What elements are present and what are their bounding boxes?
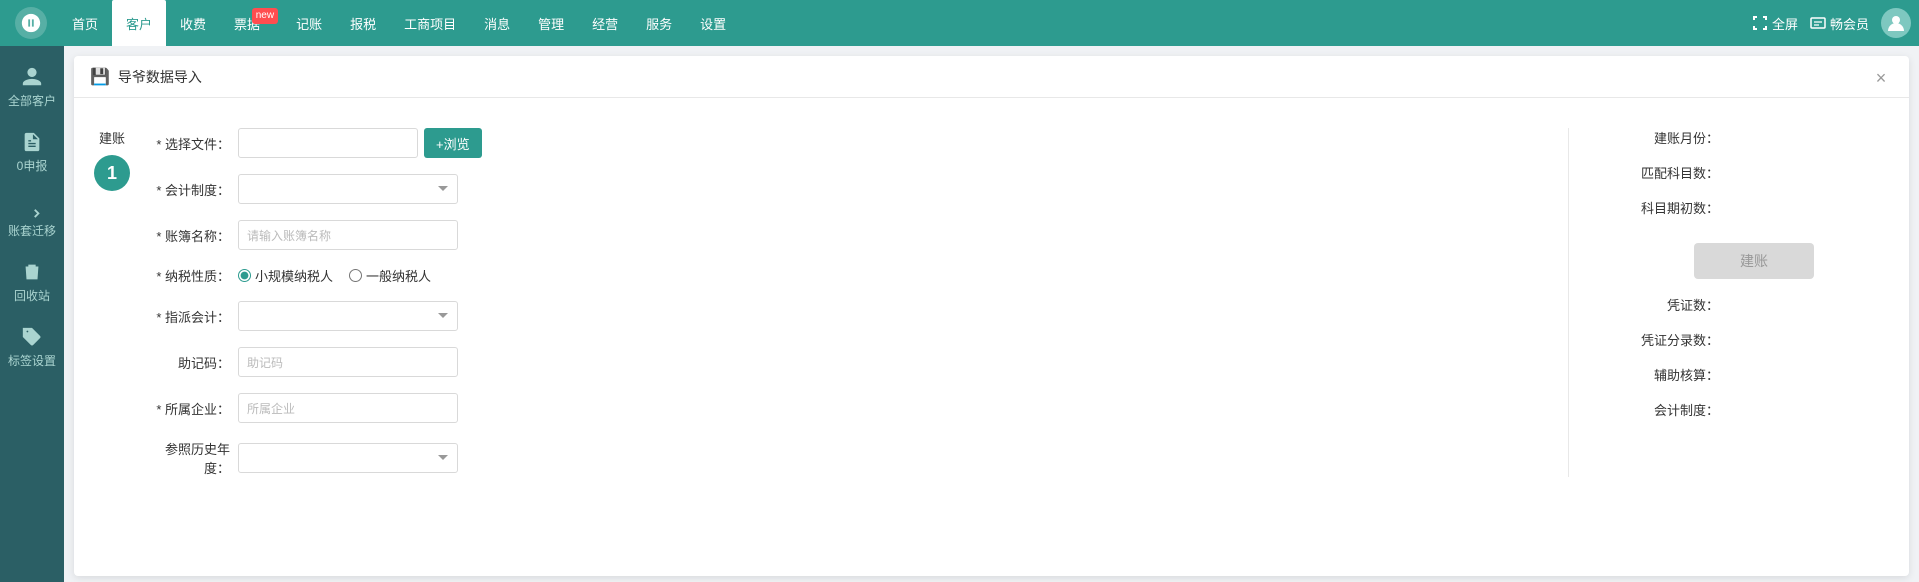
member-button[interactable]: 畅会员: [1810, 14, 1869, 33]
ledger-name-input[interactable]: [238, 220, 458, 250]
logo-circle: [15, 7, 47, 39]
nav-item-fee[interactable]: 收费: [166, 0, 220, 46]
file-input[interactable]: [238, 128, 418, 158]
sidebar: 全部客户 0申报 账套迁移 回收站 标签设置: [0, 46, 64, 582]
form-section: * 选择文件： +浏览 * 会计制度：: [150, 128, 1548, 477]
avatar[interactable]: [1881, 8, 1911, 38]
logo-icon: [20, 12, 42, 34]
new-badge: new: [252, 8, 278, 24]
browse-button[interactable]: +浏览: [424, 128, 482, 158]
ledger-name-row: * 账簿名称：: [150, 220, 1548, 250]
sidebar-item-all-customers[interactable]: 全部客户: [0, 56, 64, 117]
step-label: 建账: [99, 128, 125, 147]
sidebar-item-trash[interactable]: 回收站: [0, 251, 64, 312]
logo[interactable]: [8, 0, 54, 46]
build-month-label: 建账月份：: [1619, 128, 1719, 147]
user-icon: [21, 66, 43, 88]
nav-item-manage[interactable]: 管理: [524, 0, 578, 46]
nav-item-operation[interactable]: 经营: [578, 0, 632, 46]
file-input-group: +浏览: [238, 128, 482, 158]
avatar-icon: [1886, 13, 1906, 33]
build-btn-container: 建账: [1619, 243, 1889, 279]
voucher-count-label: 凭证数：: [1619, 295, 1719, 314]
right-field-subject-initial: 科目期初数：: [1619, 198, 1889, 217]
step-indicator: 建账 1: [94, 128, 130, 191]
nav-item-settings[interactable]: 设置: [686, 0, 740, 46]
nav-item-invoice[interactable]: 票据 new: [220, 0, 282, 46]
right-field-voucher-count: 凭证数：: [1619, 295, 1889, 314]
build-account-button[interactable]: 建账: [1694, 243, 1814, 279]
nav-item-business-project[interactable]: 工商项目: [390, 0, 470, 46]
main-content: 💾 导爷数据导入 × 建账 1 * 选择文件：: [64, 46, 1919, 582]
memo-input[interactable]: [238, 347, 458, 377]
tax-type-label: * 纳税性质：: [150, 266, 230, 285]
match-subjects-label: 匹配科目数：: [1619, 163, 1719, 182]
history-year-select[interactable]: [238, 443, 458, 473]
right-field-build-month: 建账月份：: [1619, 128, 1889, 147]
accounting-system-select[interactable]: [238, 174, 458, 204]
file-label: * 选择文件：: [150, 134, 230, 153]
declare-icon: [21, 131, 43, 153]
close-button[interactable]: ×: [1869, 66, 1893, 90]
import-icon: 💾: [90, 67, 110, 87]
main-layout: 全部客户 0申报 账套迁移 回收站 标签设置: [0, 46, 1919, 582]
right-field-voucher-entries: 凭证分录数：: [1619, 330, 1889, 349]
fullscreen-button[interactable]: 全屏: [1752, 14, 1798, 33]
trash-icon: [21, 261, 43, 283]
company-label: * 所属企业：: [150, 399, 230, 418]
accounting-system-label: * 会计制度：: [150, 180, 230, 199]
step-section: 建账 1 * 选择文件： +浏览: [94, 128, 1548, 477]
file-row: * 选择文件： +浏览: [150, 128, 1548, 158]
radio-general-input[interactable]: [349, 269, 362, 282]
top-navigation: 首页 客户 收费 票据 new 记账 报税 工商项目 消息 管理 经营 服务 设…: [0, 0, 1919, 46]
right-field-auxiliary: 辅助核算：: [1619, 365, 1889, 384]
right-field-match-subjects: 匹配科目数：: [1619, 163, 1889, 182]
sidebar-item-tag[interactable]: 标签设置: [0, 316, 64, 377]
radio-general-taxpayer[interactable]: 一般纳税人: [349, 266, 431, 285]
memo-label: 助记码：: [150, 353, 230, 372]
panel-divider: [1568, 128, 1569, 477]
accountant-row: * 指派会计：: [150, 301, 1548, 331]
nav-item-service[interactable]: 服务: [632, 0, 686, 46]
right-panel: 建账月份： 匹配科目数： 科目期初数： 建账: [1589, 128, 1889, 477]
nav-item-customers[interactable]: 客户: [112, 0, 166, 46]
auxiliary-label: 辅助核算：: [1619, 365, 1719, 384]
nav-item-home[interactable]: 首页: [58, 0, 112, 46]
nav-item-accounting[interactable]: 记账: [282, 0, 336, 46]
dialog-header: 💾 导爷数据导入 ×: [74, 56, 1909, 98]
nav-item-tax[interactable]: 报税: [336, 0, 390, 46]
tag-icon: [21, 326, 43, 348]
dialog-title: 导爷数据导入: [118, 67, 202, 87]
sidebar-item-migrate[interactable]: 账套迁移: [0, 186, 64, 247]
nav-right: 全屏 畅会员: [1752, 8, 1911, 38]
radio-small-taxpayer[interactable]: 小规模纳税人: [238, 266, 333, 285]
voucher-entries-label: 凭证分录数：: [1619, 330, 1719, 349]
nav-item-message[interactable]: 消息: [470, 0, 524, 46]
tax-type-row: * 纳税性质： 小规模纳税人 一般纳税人: [150, 266, 1548, 285]
accountant-label: * 指派会计：: [150, 307, 230, 326]
company-row: * 所属企业：: [150, 393, 1548, 423]
radio-general-label: 一般纳税人: [366, 266, 431, 285]
memo-row: 助记码：: [150, 347, 1548, 377]
history-year-row: 参照历史年度：: [150, 439, 1548, 477]
history-year-label: 参照历史年度：: [150, 439, 230, 477]
dialog-body: 建账 1 * 选择文件： +浏览: [74, 98, 1909, 497]
company-input[interactable]: [238, 393, 458, 423]
accounting-system-row: * 会计制度：: [150, 174, 1548, 204]
radio-small-input[interactable]: [238, 269, 251, 282]
fullscreen-icon: [1752, 15, 1768, 31]
right-field-accounting-system: 会计制度：: [1619, 400, 1889, 419]
tax-type-radio-group: 小规模纳税人 一般纳税人: [238, 266, 431, 285]
radio-small-label: 小规模纳税人: [255, 266, 333, 285]
ledger-name-label: * 账簿名称：: [150, 226, 230, 245]
migrate-icon: [21, 196, 43, 218]
member-icon: [1810, 15, 1826, 31]
accountant-select[interactable]: [238, 301, 458, 331]
nav-menu: 首页 客户 收费 票据 new 记账 报税 工商项目 消息 管理 经营 服务 设…: [58, 0, 740, 46]
right-accounting-system-label: 会计制度：: [1619, 400, 1719, 419]
sidebar-item-declare[interactable]: 0申报: [0, 121, 64, 182]
step-circle: 1: [94, 155, 130, 191]
dialog-container: 💾 导爷数据导入 × 建账 1 * 选择文件：: [74, 56, 1909, 576]
subject-initial-label: 科目期初数：: [1619, 198, 1719, 217]
